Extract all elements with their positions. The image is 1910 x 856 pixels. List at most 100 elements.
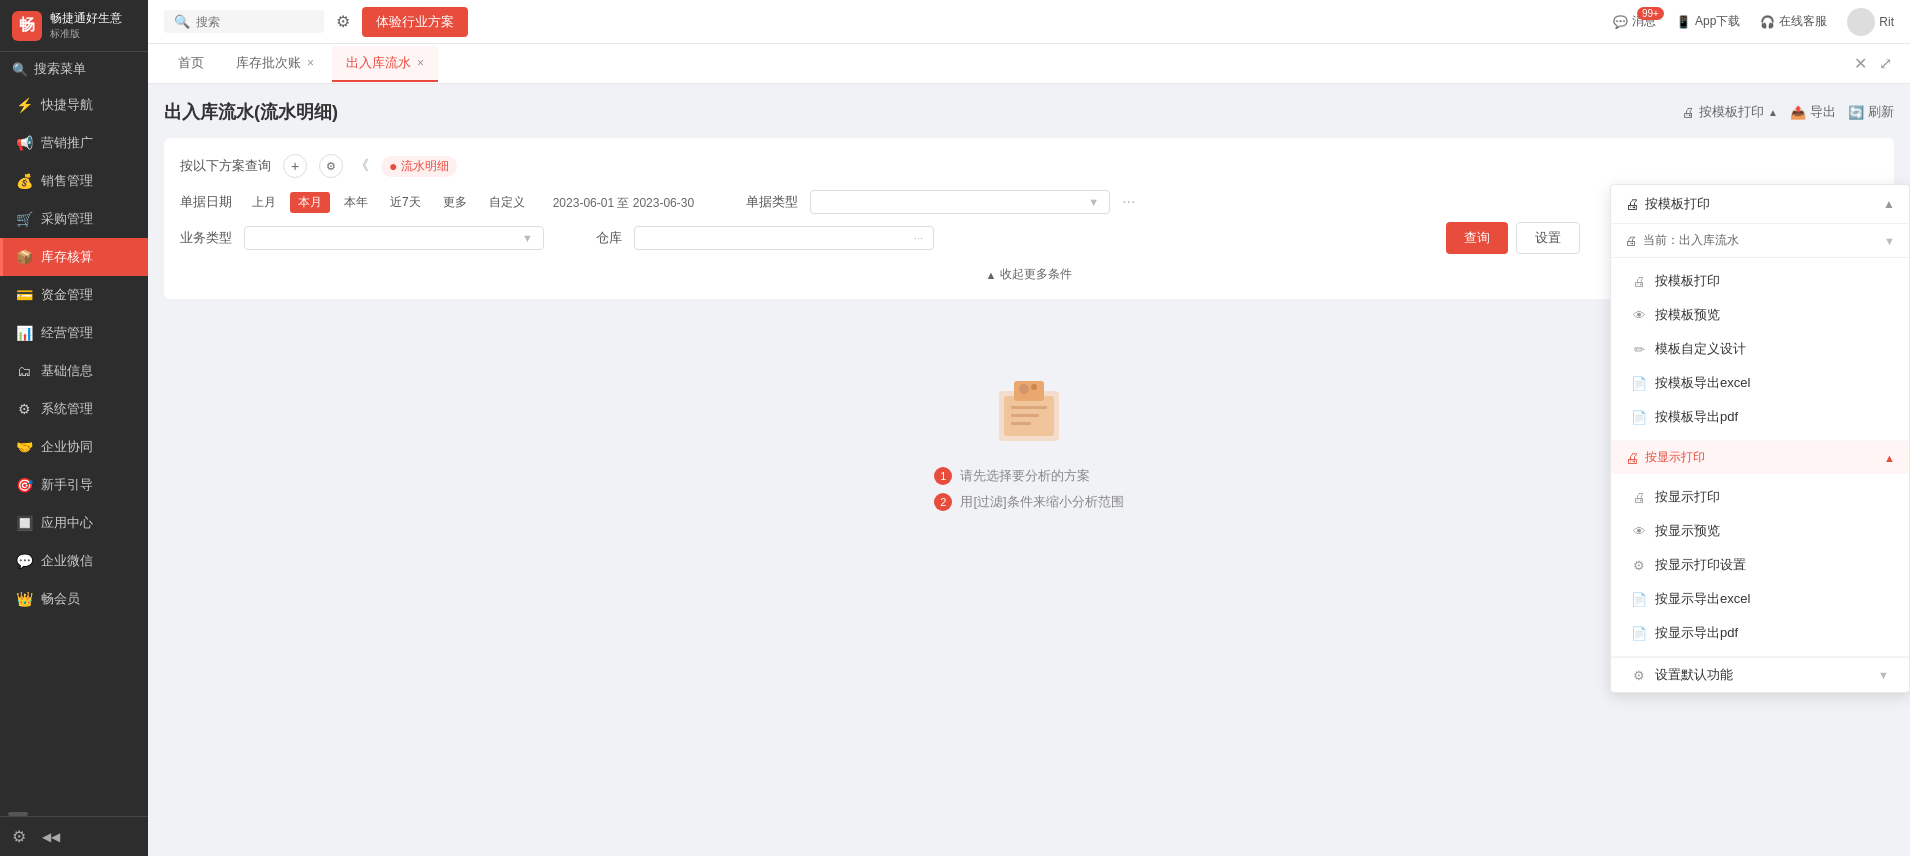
tab-home[interactable]: 首页 xyxy=(164,46,218,82)
export-icon: 📤 xyxy=(1790,105,1806,120)
tab-batch-account[interactable]: 库存批次账 × xyxy=(222,46,328,82)
filter-doc-type-select[interactable]: ▼ xyxy=(810,190,1110,214)
username-label: Rit xyxy=(1879,15,1894,29)
current-context-chevron[interactable]: ▼ xyxy=(1884,235,1895,247)
dropdown-header-chevron[interactable]: ▲ xyxy=(1883,197,1895,211)
app-download-button[interactable]: 📱 App下载 xyxy=(1676,13,1740,30)
template-preview-icon: 👁 xyxy=(1631,307,1647,323)
step-2-text: 用[过滤]条件来缩小分析范围 xyxy=(960,493,1123,511)
query-button[interactable]: 查询 xyxy=(1446,222,1508,254)
template-print-label: 按模板打印 xyxy=(1699,103,1764,121)
filter-selected-tag[interactable]: ● 流水明细 xyxy=(381,156,457,177)
marketing-icon: 📢 xyxy=(15,134,33,152)
sidebar-item-finance[interactable]: 💳 资金管理 xyxy=(0,276,148,314)
dropdown-template-export-excel[interactable]: 📄 按模板导出excel xyxy=(1611,366,1909,400)
tab-close-all-button[interactable]: ✕ xyxy=(1852,52,1869,75)
dropdown-title-label: 按模板打印 xyxy=(1645,195,1710,213)
dropdown-display-print[interactable]: 🖨 按显示打印 xyxy=(1611,480,1909,514)
dropdown-default-settings[interactable]: ⚙ 设置默认功能 ▼ xyxy=(1611,657,1909,692)
sidebar-item-collab[interactable]: 🤝 企业协同 xyxy=(0,428,148,466)
sidebar-item-label: 快捷导航 xyxy=(41,96,93,114)
filter-settings-icon-btn[interactable]: ⚙ xyxy=(319,154,343,178)
sidebar-item-sales[interactable]: 💰 销售管理 xyxy=(0,162,148,200)
dropdown-template-export-pdf[interactable]: 📄 按模板导出pdf xyxy=(1611,400,1909,434)
print-header-icon: 🖨 xyxy=(1625,196,1639,212)
filter-add-button[interactable]: + xyxy=(283,154,307,178)
display-excel-label: 按显示导出excel xyxy=(1655,590,1750,608)
date-shortcut-last-month[interactable]: 上月 xyxy=(244,192,284,213)
filter-date-label: 单据日期 xyxy=(180,193,232,211)
tab-expand-button[interactable]: ⤢ xyxy=(1877,52,1894,75)
date-shortcut-more[interactable]: 更多 xyxy=(435,192,475,213)
export-label: 导出 xyxy=(1810,103,1836,121)
notification-button[interactable]: 💬 消息 99+ xyxy=(1613,13,1656,30)
trial-industry-button[interactable]: 体验行业方案 xyxy=(362,7,468,37)
sidebar-item-app-center[interactable]: 🔲 应用中心 xyxy=(0,504,148,542)
page-actions: 🖨 按模板打印 ▲ 📤 导出 🔄 刷新 xyxy=(1682,103,1894,121)
customer-service-button[interactable]: 🎧 在线客服 xyxy=(1760,13,1827,30)
sidebar-settings-icon[interactable]: ⚙ xyxy=(12,827,26,846)
purchase-icon: 🛒 xyxy=(15,210,33,228)
template-excel-icon: 📄 xyxy=(1631,375,1647,391)
topbar-search-box[interactable]: 🔍 xyxy=(164,10,324,33)
export-button[interactable]: 📤 导出 xyxy=(1790,103,1836,121)
logo-icon: 畅 xyxy=(12,11,42,41)
dropdown-template-print[interactable]: 🖨 按模板打印 xyxy=(1611,264,1909,298)
tag-icon: ● xyxy=(389,158,397,174)
display-section-toggle[interactable]: ▲ xyxy=(1884,452,1895,464)
tab-home-label: 首页 xyxy=(178,54,204,72)
dropdown-display-print-settings[interactable]: ⚙ 按显示打印设置 xyxy=(1611,548,1909,582)
sidebar-item-system[interactable]: ⚙ 系统管理 xyxy=(0,390,148,428)
filter-settings-button[interactable]: 设置 xyxy=(1516,222,1580,254)
warehouse-more-icon: ··· xyxy=(914,232,923,244)
date-shortcut-this-year[interactable]: 本年 xyxy=(336,192,376,213)
topbar-gear-icon[interactable]: ⚙ xyxy=(336,12,350,31)
display-section-header[interactable]: 🖨 按显示打印 ▲ xyxy=(1611,441,1909,474)
dropdown-template-preview[interactable]: 👁 按模板预览 xyxy=(1611,298,1909,332)
dropdown-display-export-pdf[interactable]: 📄 按显示导出pdf xyxy=(1611,616,1909,650)
user-menu[interactable]: Rit xyxy=(1847,8,1894,36)
topbar-search-input[interactable] xyxy=(196,15,296,29)
display-excel-icon: 📄 xyxy=(1631,591,1647,607)
template-excel-label: 按模板导出excel xyxy=(1655,374,1750,392)
display-print-settings-icon: ⚙ xyxy=(1631,557,1647,573)
sidebar-item-basic[interactable]: 🗂 基础信息 xyxy=(0,352,148,390)
sidebar-item-vip[interactable]: 👑 畅会员 xyxy=(0,580,148,618)
filter-action-buttons: 查询 设置 xyxy=(1446,222,1580,254)
sidebar-item-inventory[interactable]: 📦 库存核算 xyxy=(0,238,148,276)
dropdown-display-export-excel[interactable]: 📄 按显示导出excel xyxy=(1611,582,1909,616)
sidebar-item-label: 采购管理 xyxy=(41,210,93,228)
date-shortcut-custom[interactable]: 自定义 xyxy=(481,192,533,213)
sidebar-item-guide[interactable]: 🎯 新手引导 xyxy=(0,466,148,504)
dropdown-template-custom[interactable]: ✏ 模板自定义设计 xyxy=(1611,332,1909,366)
date-shortcut-this-month[interactable]: 本月 xyxy=(290,192,330,213)
display-section-label: 按显示打印 xyxy=(1645,449,1705,466)
sidebar-item-operations[interactable]: 📊 经营管理 xyxy=(0,314,148,352)
topbar-right: 💬 消息 99+ 📱 App下载 🎧 在线客服 Rit xyxy=(1613,8,1894,36)
sidebar-search-menu[interactable]: 🔍 搜索菜单 xyxy=(0,52,148,86)
filter-scheme-row: 按以下方案查询 + ⚙ 《 ● 流水明细 xyxy=(180,154,1878,178)
dropdown-display-preview[interactable]: 👁 按显示预览 xyxy=(1611,514,1909,548)
dropdown-title: 🖨 按模板打印 xyxy=(1625,195,1710,213)
sidebar-item-purchase[interactable]: 🛒 采购管理 xyxy=(0,200,148,238)
customer-service-label: 在线客服 xyxy=(1779,13,1827,30)
page-title-row: 出入库流水(流水明细) 🖨 按模板打印 ▲ 📤 导出 🔄 刷新 xyxy=(164,100,1894,124)
collapse-more-button[interactable]: ▲ 收起更多条件 xyxy=(986,266,1073,283)
sidebar-item-quick-nav[interactable]: ⚡ 快捷导航 xyxy=(0,86,148,124)
sidebar-collapse-icon[interactable]: ◀◀ xyxy=(42,830,60,844)
refresh-button[interactable]: 🔄 刷新 xyxy=(1848,103,1894,121)
sidebar-item-label: 畅会员 xyxy=(41,590,80,608)
filter-warehouse-select[interactable]: ··· xyxy=(634,226,934,250)
sidebar-item-marketing[interactable]: 📢 营销推广 xyxy=(0,124,148,162)
doc-type-more-icon[interactable]: ··· xyxy=(1122,193,1135,211)
tab-inventory-flow[interactable]: 出入库流水 × xyxy=(332,46,438,82)
tab-inventory-flow-close[interactable]: × xyxy=(417,56,424,70)
svg-point-7 xyxy=(1031,384,1037,390)
template-print-icon: 🖨 xyxy=(1631,273,1647,289)
filter-business-select[interactable]: ▼ xyxy=(244,226,544,250)
tab-batch-account-close[interactable]: × xyxy=(307,56,314,70)
sidebar-item-wechat[interactable]: 💬 企业微信 xyxy=(0,542,148,580)
filter-collapse-icon-btn[interactable]: 《 xyxy=(355,157,369,175)
template-print-button[interactable]: 🖨 按模板打印 ▲ xyxy=(1682,103,1778,121)
date-shortcut-last-7-days[interactable]: 近7天 xyxy=(382,192,429,213)
